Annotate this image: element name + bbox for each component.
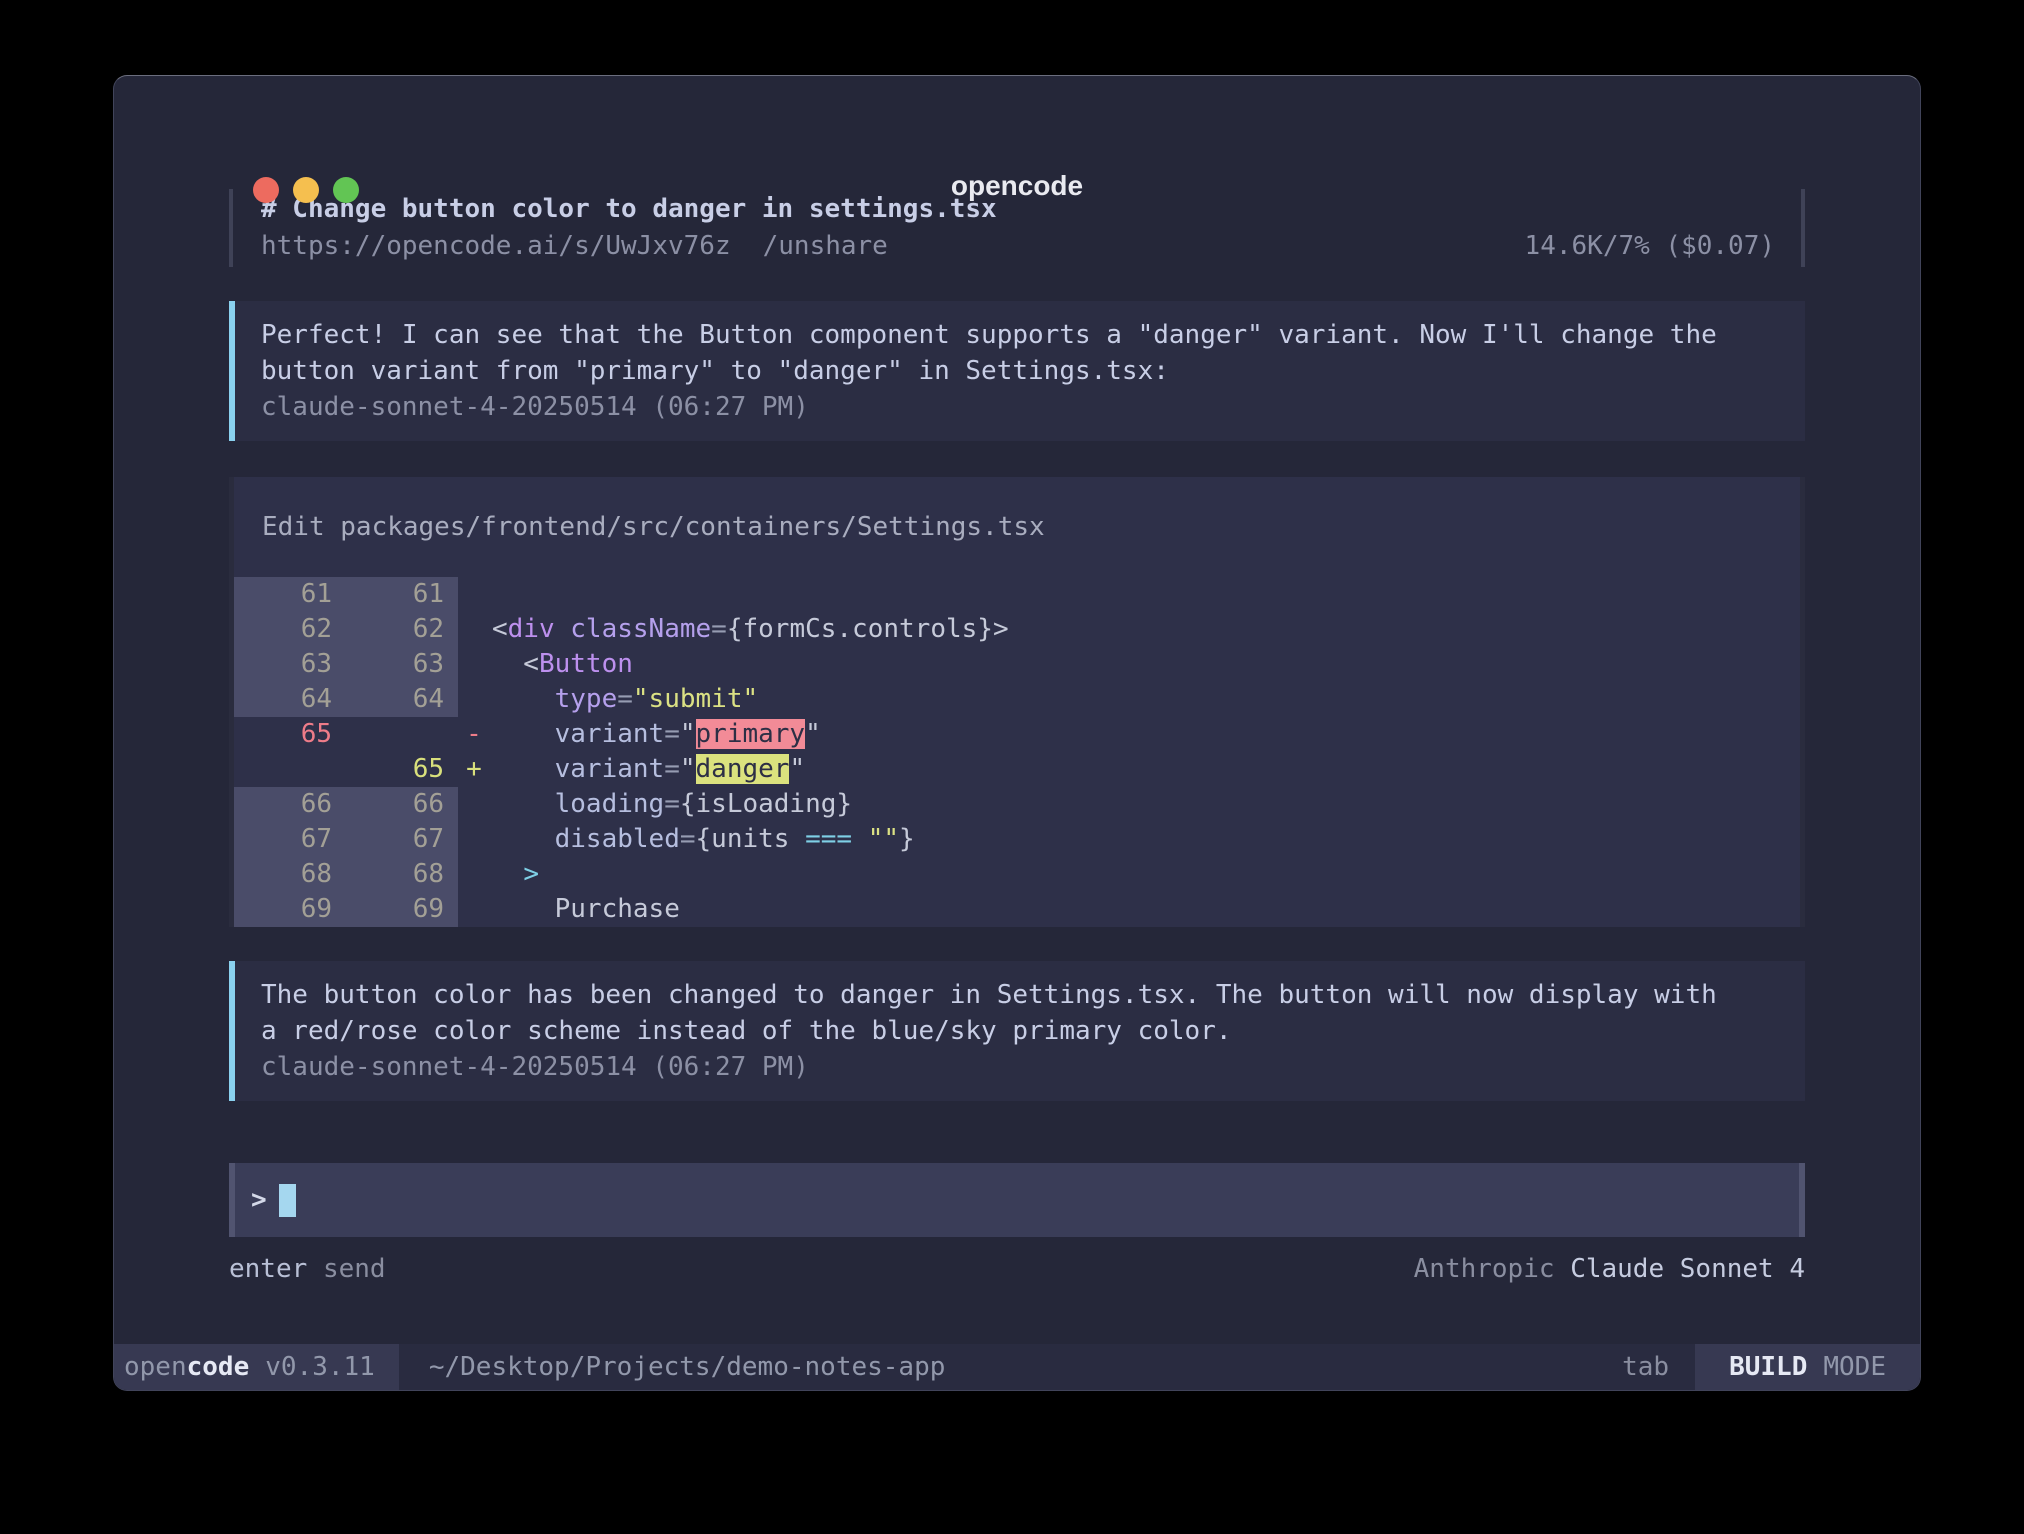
new-line-number: 62 [346, 612, 458, 647]
diff-code-line: <Button [490, 647, 1800, 682]
diff-row: 6363 <Button [234, 647, 1800, 682]
titlebar: opencode [114, 76, 1920, 189]
message-text-line: a red/rose color scheme instead of the b… [261, 1013, 1779, 1049]
message-text-line: button variant from "primary" to "danger… [261, 353, 1779, 389]
edit-tool-title: Edit packages/frontend/src/containers/Se… [234, 509, 1800, 545]
mode-mode-label: MODE [1823, 1352, 1886, 1382]
send-hint: enter send [229, 1251, 386, 1287]
diff-code-line: > [490, 857, 1800, 892]
new-line-number: 69 [346, 892, 458, 927]
diff-sign [458, 787, 490, 822]
app-version: v0.3.11 [265, 1352, 375, 1382]
diff-sign [458, 682, 490, 717]
enter-key-hint: enter [229, 1254, 307, 1284]
diff-row: 6767 disabled={units === ""} [234, 822, 1800, 857]
diff-sign [458, 647, 490, 682]
diff-code-line: type="submit" [490, 682, 1800, 717]
diff-code-line: disabled={units === ""} [490, 822, 1800, 857]
model-timestamp: claude-sonnet-4-20250514 (06:27 PM) [261, 1049, 1779, 1085]
edit-tool-block: Edit packages/frontend/src/containers/Se… [229, 477, 1805, 927]
diff-code-line: <div className={formCs.controls}> [490, 612, 1800, 647]
app-version-chip: opencode v0.3.11 [114, 1344, 399, 1390]
old-line-number: 61 [234, 577, 346, 612]
new-line-number: 66 [346, 787, 458, 822]
new-line-number: 61 [346, 577, 458, 612]
diff-sign [458, 892, 490, 927]
message-text-line: Perfect! I can see that the Button compo… [261, 317, 1779, 353]
send-action-label: send [323, 1254, 386, 1284]
prompt-input[interactable]: > [229, 1163, 1805, 1237]
model-label: Claude Sonnet 4 [1570, 1254, 1805, 1284]
mode-toggle[interactable]: BUILD MODE [1695, 1344, 1920, 1390]
old-line-number: 64 [234, 682, 346, 717]
old-line-number: 63 [234, 647, 346, 682]
old-line-number: 69 [234, 892, 346, 927]
app-name-code: code [187, 1352, 250, 1382]
diff-row: 65 - variant="primary" [234, 717, 1800, 752]
old-line-number: 68 [234, 857, 346, 892]
new-line-number: 68 [346, 857, 458, 892]
unshare-command[interactable]: /unshare [763, 228, 888, 265]
assistant-message: Perfect! I can see that the Button compo… [229, 301, 1805, 441]
status-bar: opencode v0.3.11 ~/Desktop/Projects/demo… [114, 1344, 1920, 1390]
diff-row: 6666 loading={isLoading} [234, 787, 1800, 822]
diff-code-line: Purchase [490, 892, 1800, 927]
diff-row: 6969 Purchase [234, 892, 1800, 927]
share-url-link[interactable]: https://opencode.ai/s/UwJxv76z [261, 228, 731, 265]
text-cursor [279, 1184, 296, 1217]
diff-row: 65+ variant="danger" [234, 752, 1800, 787]
assistant-message: The button color has been changed to dan… [229, 961, 1805, 1101]
diff-sign [458, 857, 490, 892]
mode-build-label: BUILD [1729, 1352, 1807, 1382]
working-directory: ~/Desktop/Projects/demo-notes-app [429, 1352, 946, 1382]
message-text-line: The button color has been changed to dan… [261, 977, 1779, 1013]
diff-row: 6868 > [234, 857, 1800, 892]
opencode-window: opencode # Change button color to danger… [113, 75, 1921, 1391]
prompt-symbol: > [251, 1185, 267, 1215]
diff-sign [458, 612, 490, 647]
code-diff: 61616262 <div className={formCs.controls}… [234, 577, 1800, 927]
diff-row: 6464 type="submit" [234, 682, 1800, 717]
old-line-number: 66 [234, 787, 346, 822]
new-line-number: 64 [346, 682, 458, 717]
old-line-number: 65 [234, 717, 346, 752]
diff-code-line: variant="primary" [490, 717, 1800, 752]
diff-sign [458, 577, 490, 612]
token-cost-stats: 14.6K/7% ($0.07) [1525, 228, 1775, 265]
diff-sign: + [458, 752, 490, 787]
old-line-number [234, 752, 346, 787]
window-title: opencode [114, 170, 1920, 202]
diff-row: 6262 <div className={formCs.controls}> [234, 612, 1800, 647]
new-line-number: 67 [346, 822, 458, 857]
model-timestamp: claude-sonnet-4-20250514 (06:27 PM) [261, 389, 1779, 425]
diff-sign [458, 822, 490, 857]
new-line-number: 63 [346, 647, 458, 682]
old-line-number: 67 [234, 822, 346, 857]
new-line-number [346, 717, 458, 752]
new-line-number: 65 [346, 752, 458, 787]
model-indicator: Anthropic Claude Sonnet 4 [1414, 1251, 1805, 1287]
diff-code-line: loading={isLoading} [490, 787, 1800, 822]
hints-row: enter send Anthropic Claude Sonnet 4 [229, 1251, 1805, 1287]
diff-sign: - [458, 717, 490, 752]
old-line-number: 62 [234, 612, 346, 647]
diff-code-line: variant="danger" [490, 752, 1800, 787]
tab-key-hint: tab [1622, 1352, 1669, 1382]
provider-label: Anthropic [1414, 1254, 1555, 1284]
app-name-open: open [124, 1352, 187, 1382]
diff-code-line [490, 577, 1800, 612]
diff-row: 6161 [234, 577, 1800, 612]
